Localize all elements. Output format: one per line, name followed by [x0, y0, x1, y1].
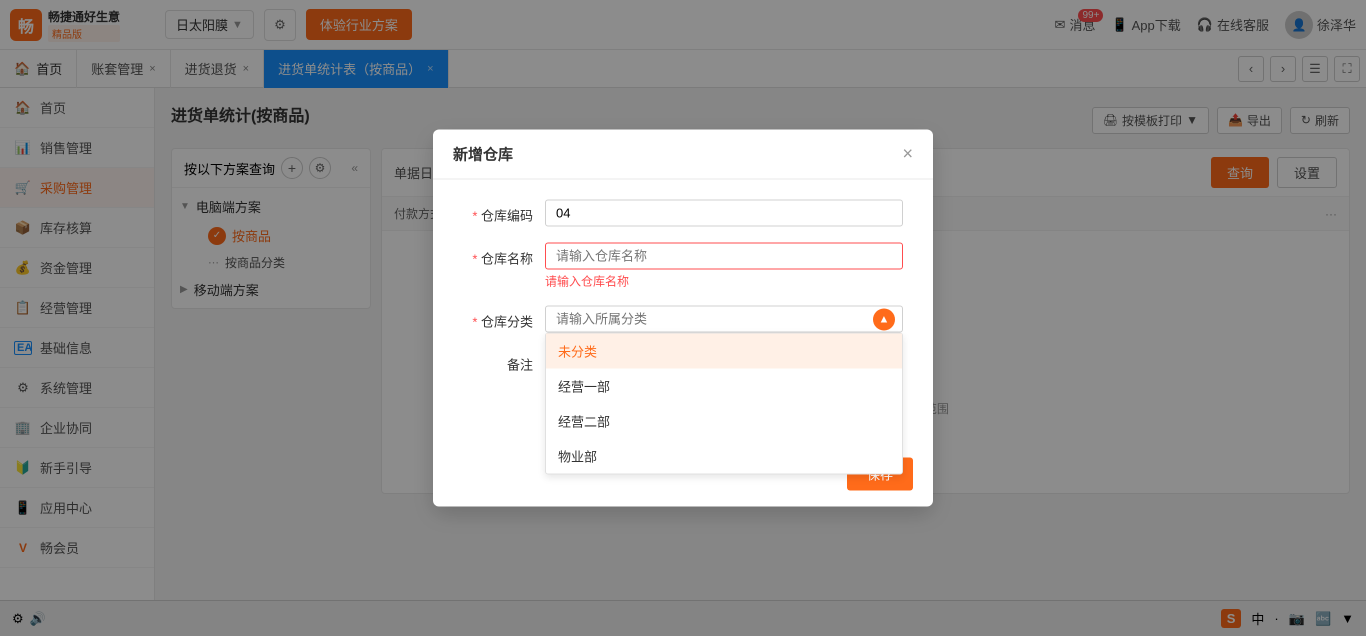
name-error-msg: 请输入仓库名称 — [545, 273, 903, 290]
category-arrow-btn[interactable]: ▲ — [873, 308, 895, 330]
code-label: 仓库编码 — [463, 200, 533, 225]
category-dropdown: 未分类 经营一部 经营二部 物业部 — [545, 333, 903, 475]
modal-body: 仓库编码 仓库名称 请输入仓库名称 仓库分类 ▲ 未分类 — [433, 180, 933, 448]
form-row-category: 仓库分类 ▲ 未分类 经营一部 经营二部 物业部 — [463, 306, 903, 333]
dropdown-item-uncategorized[interactable]: 未分类 — [546, 334, 902, 369]
new-warehouse-modal: 新增仓库 × 仓库编码 仓库名称 请输入仓库名称 仓库分类 ▲ — [433, 130, 933, 507]
form-row-name: 仓库名称 请输入仓库名称 — [463, 243, 903, 290]
category-label: 仓库分类 — [463, 306, 533, 331]
category-input[interactable] — [545, 306, 903, 333]
modal-title: 新增仓库 — [453, 144, 513, 165]
note-label: 备注 — [463, 349, 533, 374]
category-select-wrapper: ▲ — [545, 306, 903, 333]
form-row-code: 仓库编码 — [463, 200, 903, 227]
code-input[interactable] — [545, 200, 903, 227]
name-input[interactable] — [545, 243, 903, 270]
modal-close-btn[interactable]: × — [902, 144, 913, 165]
dropdown-item-dept2[interactable]: 经营二部 — [546, 404, 902, 439]
dropdown-item-dept3[interactable]: 物业部 — [546, 439, 902, 474]
name-control: 请输入仓库名称 — [545, 243, 903, 290]
category-control: ▲ 未分类 经营一部 经营二部 物业部 — [545, 306, 903, 333]
code-control — [545, 200, 903, 227]
name-label: 仓库名称 — [463, 243, 533, 268]
modal-header: 新增仓库 × — [433, 130, 933, 180]
dropdown-item-dept1[interactable]: 经营一部 — [546, 369, 902, 404]
